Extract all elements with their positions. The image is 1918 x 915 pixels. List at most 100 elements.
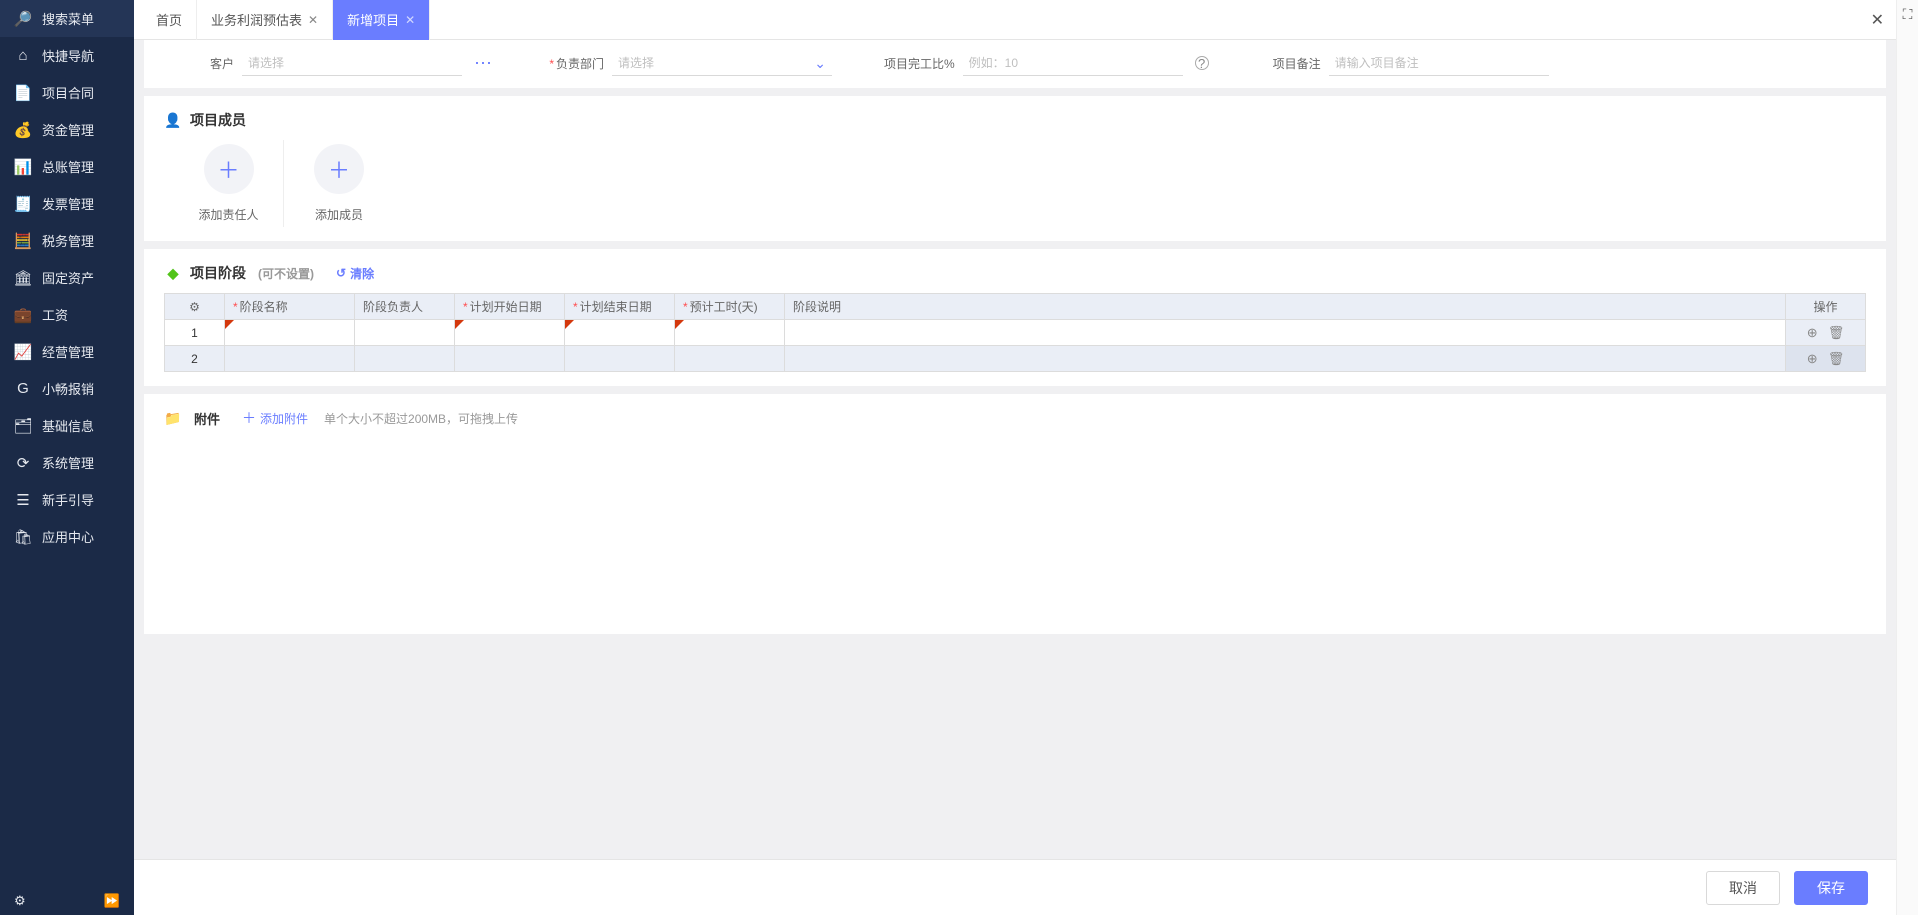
guide-icon: ☰ bbox=[14, 491, 32, 509]
cancel-button[interactable]: 取消 bbox=[1706, 871, 1780, 905]
cell-owner[interactable] bbox=[355, 320, 455, 346]
help-icon[interactable]: ? bbox=[1195, 56, 1209, 70]
row-add-icon[interactable]: ⊕ bbox=[1807, 325, 1818, 341]
close-icon[interactable]: ✕ bbox=[308, 13, 318, 27]
close-all-tabs-icon[interactable]: ✕ bbox=[1871, 10, 1884, 30]
attach-panel: 📁 附件 ＋ 添加附件 单个大小不超过200MB，可拖拽上传 bbox=[144, 394, 1886, 634]
cell-op: ⊕ 🗑 bbox=[1786, 320, 1866, 346]
remark-input[interactable] bbox=[1329, 50, 1549, 76]
cell-desc[interactable] bbox=[785, 346, 1786, 372]
cell-end[interactable] bbox=[565, 320, 675, 346]
asset-icon: 🏛 bbox=[14, 269, 32, 287]
sidebar-item-ledger[interactable]: 📊 总账管理 bbox=[0, 148, 134, 185]
save-button[interactable]: 保存 bbox=[1794, 871, 1868, 905]
phase-panel: ◆ 项目阶段 (可不设置) ↺ 清除 ⚙ *阶段名称 阶段负责人 *计划开始日期… bbox=[144, 249, 1886, 386]
tab-new-project[interactable]: 新增项目 ✕ bbox=[333, 0, 430, 40]
tab-label: 业务利润预估表 bbox=[211, 10, 302, 29]
tab-profit-estimate[interactable]: 业务利润预估表 ✕ bbox=[197, 0, 333, 40]
sidebar-item-salary[interactable]: 💼 工资 bbox=[0, 296, 134, 333]
required-marker-icon bbox=[675, 320, 684, 329]
sidebar-item-label: 系统管理 bbox=[42, 453, 94, 472]
sidebar-item-assets[interactable]: 🏛 固定资产 bbox=[0, 259, 134, 296]
sidebar-item-tax[interactable]: 🧮 税务管理 bbox=[0, 222, 134, 259]
sidebar-item-label: 新手引导 bbox=[42, 490, 94, 509]
cell-desc[interactable] bbox=[785, 320, 1786, 346]
sidebar-item-label: 搜索菜单 bbox=[42, 9, 94, 28]
sidebar-item-label: 资金管理 bbox=[42, 120, 94, 139]
cell-start[interactable] bbox=[455, 320, 565, 346]
content-scroll[interactable]: 客户 ⋯ *负责部门 ⌄ 项目完工比% ? 项目备注 bbox=[134, 40, 1896, 859]
plus-icon: ＋ bbox=[242, 408, 256, 428]
gear-icon: ⚙ bbox=[189, 300, 200, 314]
members-title: 👤 项目成员 bbox=[164, 110, 1866, 130]
row-index: 2 bbox=[165, 346, 225, 372]
add-attachment-button[interactable]: ＋ 添加附件 bbox=[242, 408, 308, 428]
add-leader-slot: ＋ 添加责任人 bbox=[174, 140, 284, 227]
refresh-icon: ↺ bbox=[336, 266, 346, 280]
sidebar-item-invoice[interactable]: 🧾 发票管理 bbox=[0, 185, 134, 222]
phase-clear-button[interactable]: ↺ 清除 bbox=[336, 265, 374, 282]
ratio-input[interactable] bbox=[963, 50, 1183, 76]
sidebar-item-system[interactable]: ⟳ 系统管理 bbox=[0, 444, 134, 481]
add-leader-button[interactable]: ＋ bbox=[204, 144, 254, 194]
section-title-text: 项目成员 bbox=[190, 110, 246, 130]
footer-bar: 取消 保存 bbox=[134, 859, 1896, 915]
sidebar-item-baseinfo[interactable]: 🗂 基础信息 bbox=[0, 407, 134, 444]
row-delete-icon[interactable]: 🗑 bbox=[1828, 325, 1845, 341]
members-panel: 👤 项目成员 ＋ 添加责任人 ＋ 添加成员 bbox=[144, 96, 1886, 241]
sidebar-item-business[interactable]: 📈 经营管理 bbox=[0, 333, 134, 370]
home-icon: ⌂ bbox=[14, 47, 32, 65]
row-add-icon[interactable]: ⊕ bbox=[1807, 351, 1818, 367]
required-marker-icon bbox=[565, 320, 574, 329]
field-dept: *负责部门 ⌄ bbox=[544, 50, 832, 76]
add-leader-label: 添加责任人 bbox=[198, 206, 258, 223]
dept-input[interactable] bbox=[612, 50, 832, 76]
col-gear[interactable]: ⚙ bbox=[165, 294, 225, 320]
col-owner: 阶段负责人 bbox=[355, 294, 455, 320]
sidebar-item-label: 发票管理 bbox=[42, 194, 94, 213]
sidebar-item-search[interactable]: 🔎 搜索菜单 bbox=[0, 0, 134, 37]
sidebar-item-label: 经营管理 bbox=[42, 342, 94, 361]
fullscreen-icon[interactable]: ⛶ bbox=[1903, 6, 1913, 23]
collapse-icon[interactable]: ⏩ bbox=[104, 893, 120, 909]
sidebar-item-funds[interactable]: 💰 资金管理 bbox=[0, 111, 134, 148]
row-delete-icon[interactable]: 🗑 bbox=[1828, 351, 1845, 367]
cell-name[interactable] bbox=[225, 320, 355, 346]
field-customer-label: 客户 bbox=[174, 55, 234, 72]
sidebar-item-guide[interactable]: ☰ 新手引导 bbox=[0, 481, 134, 518]
cell-op: ⊕ 🗑 bbox=[1786, 346, 1866, 372]
phase-clear-label: 清除 bbox=[350, 265, 374, 282]
more-icon[interactable]: ⋯ bbox=[474, 53, 492, 74]
phase-title-row: ◆ 项目阶段 (可不设置) ↺ 清除 bbox=[164, 263, 1866, 283]
dept-select[interactable]: ⌄ bbox=[612, 50, 832, 76]
sidebar-item-reimburse[interactable]: G 小畅报销 bbox=[0, 370, 134, 407]
cell-hours[interactable] bbox=[675, 320, 785, 346]
right-strip: ⛶ bbox=[1896, 0, 1918, 915]
tab-home[interactable]: 首页 bbox=[142, 0, 197, 40]
phase-optional-note: (可不设置) bbox=[258, 265, 314, 282]
cell-start[interactable] bbox=[455, 346, 565, 372]
document-icon: 📄 bbox=[14, 84, 32, 102]
add-attachment-label: 添加附件 bbox=[260, 410, 308, 427]
chart-icon: 📈 bbox=[14, 343, 32, 361]
sidebar-item-project-contract[interactable]: 📄 项目合同 bbox=[0, 74, 134, 111]
sidebar-item-appcenter[interactable]: 🛍 应用中心 bbox=[0, 518, 134, 555]
phase-icon: ◆ bbox=[164, 264, 182, 282]
user-icon: 👤 bbox=[164, 111, 182, 129]
close-icon[interactable]: ✕ bbox=[405, 13, 415, 27]
attach-note: 单个大小不超过200MB，可拖拽上传 bbox=[324, 410, 518, 427]
customer-select[interactable] bbox=[242, 50, 462, 76]
customer-input[interactable] bbox=[242, 50, 462, 76]
add-member-button[interactable]: ＋ bbox=[314, 144, 364, 194]
col-op: 操作 bbox=[1786, 294, 1866, 320]
sidebar-footer: ⚙ ⏩ bbox=[0, 893, 134, 909]
col-hours: *预计工时(天) bbox=[675, 294, 785, 320]
sidebar-item-quicknav[interactable]: ⌂ 快捷导航 bbox=[0, 37, 134, 74]
ledger-icon: 📊 bbox=[14, 158, 32, 176]
sidebar-item-label: 基础信息 bbox=[42, 416, 94, 435]
cell-owner[interactable] bbox=[355, 346, 455, 372]
cell-name[interactable] bbox=[225, 346, 355, 372]
settings-icon[interactable]: ⚙ bbox=[14, 893, 26, 909]
cell-end[interactable] bbox=[565, 346, 675, 372]
cell-hours[interactable] bbox=[675, 346, 785, 372]
